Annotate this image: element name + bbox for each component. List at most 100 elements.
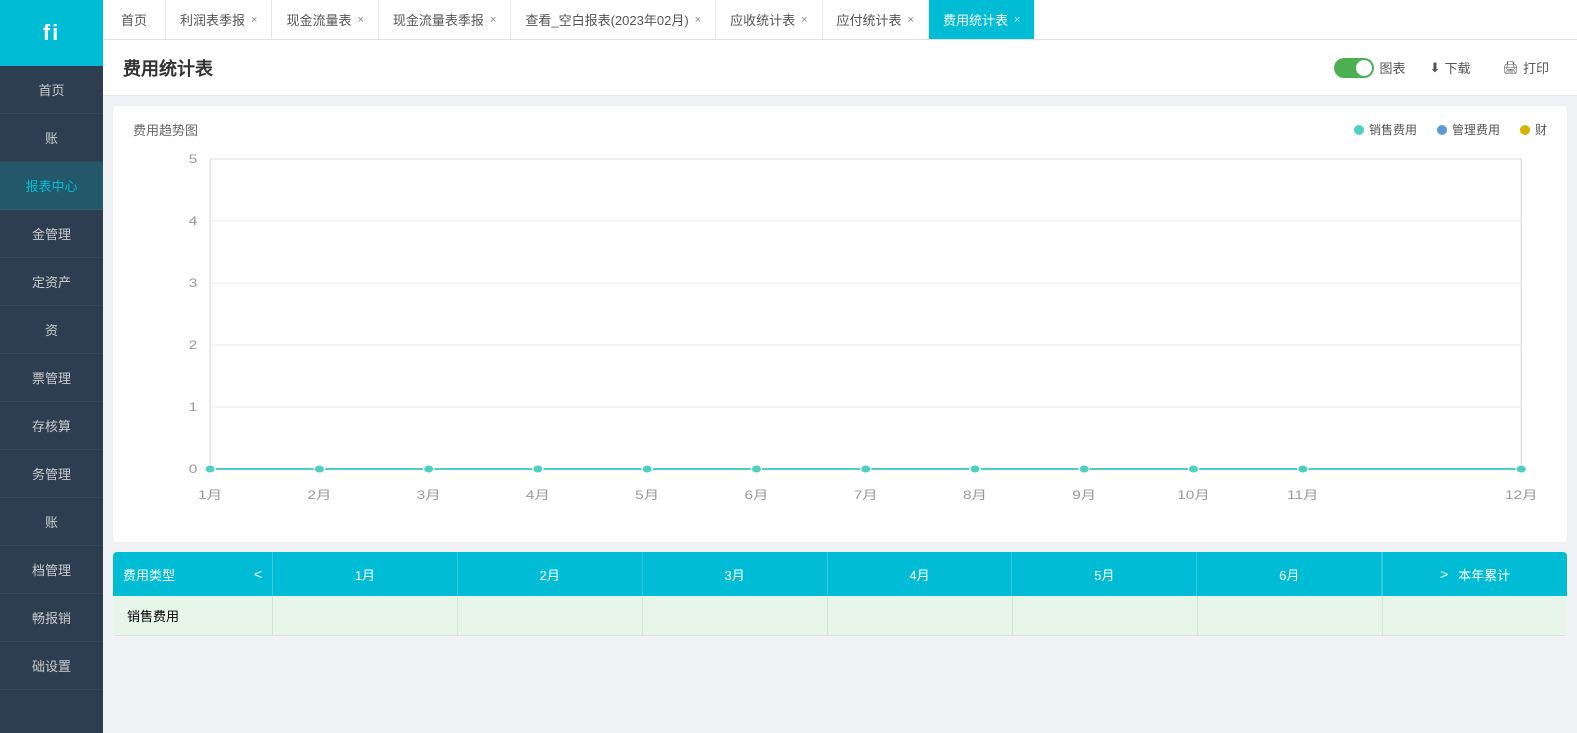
tab-profit-quarterly-close[interactable]: ×: [251, 14, 257, 26]
tab-home-label: 首页: [121, 10, 147, 29]
tab-payable-label: 应付统计表: [837, 10, 902, 29]
chart-svg: 4 3 2 1 0 5: [133, 149, 1547, 519]
sidebar-item-capital[interactable]: 资: [0, 306, 103, 354]
print-icon: 🖨: [1502, 60, 1519, 76]
legend-mgmt-label: 管理费用: [1452, 121, 1500, 138]
tab-home[interactable]: 首页: [103, 0, 166, 39]
tab-receivable-label: 应收统计表: [730, 10, 795, 29]
sidebar-logo: fi: [0, 0, 103, 66]
legend-mgmt-dot: [1437, 125, 1447, 135]
sidebar-item-account[interactable]: 账: [0, 114, 103, 162]
td-sales-m3: [643, 596, 828, 635]
sidebar-item-expense[interactable]: 畅报销: [0, 594, 103, 642]
chart-toggle-label: 图表: [1380, 58, 1406, 77]
sidebar-item-ledger[interactable]: 账: [0, 498, 103, 546]
tab-cashflow-quarterly-close[interactable]: ×: [490, 14, 496, 26]
sidebar-item-fixed-assets[interactable]: 定资产: [0, 258, 103, 306]
sidebar-item-home[interactable]: 首页: [0, 66, 103, 114]
tab-blank-report-label: 查看_空白报表(2023年02月): [525, 10, 688, 29]
td-type-sales-label: 销售费用: [127, 606, 179, 625]
th-summary-label: 本年累计: [1458, 565, 1510, 584]
svg-text:0: 0: [189, 462, 198, 476]
svg-text:3月: 3月: [417, 488, 441, 502]
sidebar-item-service-mgmt[interactable]: 务管理: [0, 450, 103, 498]
page-title: 费用统计表: [123, 55, 213, 81]
th-type-label: 费用类型: [123, 565, 175, 584]
th-month-3: 3月: [643, 552, 828, 596]
tab-cashflow-quarterly[interactable]: 现金流量表季报 ×: [379, 0, 511, 39]
sidebar-item-fund-mgmt[interactable]: 金管理: [0, 210, 103, 258]
svg-text:3: 3: [189, 276, 198, 290]
th-nav-next[interactable]: >: [1440, 566, 1448, 582]
chart-toggle[interactable]: [1334, 58, 1374, 78]
th-month-6: 6月: [1197, 552, 1382, 596]
th-month-6-label: 6月: [1279, 565, 1299, 584]
th-month-5: 5月: [1012, 552, 1197, 596]
chart-title: 费用趋势图: [133, 120, 198, 139]
th-month-2: 2月: [458, 552, 643, 596]
svg-text:10月: 10月: [1177, 488, 1210, 502]
tab-receivable-close[interactable]: ×: [801, 14, 807, 26]
tab-blank-report-close[interactable]: ×: [695, 14, 701, 26]
print-button[interactable]: 🖨 打印: [1494, 54, 1557, 81]
svg-text:1: 1: [189, 400, 198, 414]
svg-text:4月: 4月: [526, 488, 550, 502]
sidebar-item-report-center[interactable]: 报表中心: [0, 162, 103, 210]
legend-sales-dot: [1354, 125, 1364, 135]
tab-bar: 首页 利润表季报 × 现金流量表 × 现金流量表季报 × 查看_空白报表(202…: [103, 0, 1577, 40]
th-nav-prev[interactable]: <: [254, 566, 262, 582]
legend-finance-label: 财: [1535, 121, 1547, 138]
tab-payable[interactable]: 应付统计表 ×: [823, 0, 929, 39]
chart-header: 费用趋势图 销售费用 管理费用 财: [133, 120, 1547, 139]
svg-text:12月: 12月: [1505, 488, 1538, 502]
sidebar: fi 首页 账 报表中心 金管理 定资产 资 票管理 存核算 务管理 账 档管理…: [0, 0, 103, 733]
tab-cashflow-close[interactable]: ×: [357, 14, 363, 26]
tab-blank-report[interactable]: 查看_空白报表(2023年02月) ×: [511, 0, 716, 39]
download-label: 下载: [1444, 58, 1470, 77]
tab-payable-close[interactable]: ×: [908, 14, 914, 26]
td-sales-m6: [1198, 596, 1383, 635]
th-month-5-label: 5月: [1094, 565, 1114, 584]
download-button[interactable]: ⬇ 下载: [1422, 54, 1479, 81]
legend-sales-expense: 销售费用: [1354, 121, 1417, 138]
th-summary: > 本年累计: [1382, 552, 1567, 596]
th-type: 费用类型 <: [113, 552, 273, 596]
tab-cashflow-label: 现金流量表: [286, 10, 351, 29]
tab-profit-quarterly[interactable]: 利润表季报 ×: [166, 0, 272, 39]
svg-text:5月: 5月: [635, 488, 659, 502]
td-sales-m1: [273, 596, 458, 635]
header-actions: 图表 ⬇ 下载 🖨 打印: [1334, 54, 1557, 81]
td-sales-summary: [1383, 596, 1567, 635]
chart-section: 费用趋势图 销售费用 管理费用 财: [113, 106, 1567, 542]
svg-text:9月: 9月: [1072, 488, 1096, 502]
tab-expense-stats-close[interactable]: ×: [1014, 14, 1020, 26]
svg-text:5: 5: [189, 152, 198, 166]
th-month-4-label: 4月: [909, 565, 929, 584]
svg-text:4: 4: [189, 214, 198, 228]
legend-mgmt-expense: 管理费用: [1437, 121, 1500, 138]
svg-text:1月: 1月: [198, 488, 222, 502]
tab-cashflow[interactable]: 现金流量表 ×: [272, 0, 378, 39]
sidebar-item-invoice-mgmt[interactable]: 票管理: [0, 354, 103, 402]
sidebar-item-basic-settings[interactable]: 础设置: [0, 642, 103, 690]
expense-table: 费用类型 < 1月 2月 3月 4月: [113, 552, 1567, 636]
th-month-3-label: 3月: [725, 565, 745, 584]
tab-expense-stats[interactable]: 费用统计表 ×: [929, 0, 1035, 39]
td-sales-m5: [1013, 596, 1198, 635]
legend-finance-dot: [1520, 125, 1530, 135]
chart-legend: 销售费用 管理费用 财: [1354, 121, 1547, 138]
download-icon: ⬇: [1430, 60, 1441, 76]
td-type-sales: 销售费用: [113, 596, 273, 635]
table-row: 销售费用: [113, 596, 1567, 636]
svg-text:6月: 6月: [744, 488, 768, 502]
svg-text:7月: 7月: [854, 488, 878, 502]
sidebar-item-inventory[interactable]: 存核算: [0, 402, 103, 450]
tab-receivable[interactable]: 应收统计表 ×: [716, 0, 822, 39]
th-month-2-label: 2月: [540, 565, 560, 584]
page-content: 费用统计表 图表 ⬇ 下载 🖨 打印: [103, 40, 1577, 733]
svg-text:2: 2: [189, 338, 198, 352]
svg-text:8月: 8月: [963, 488, 987, 502]
svg-text:2月: 2月: [307, 488, 331, 502]
svg-text:11月: 11月: [1287, 488, 1318, 502]
sidebar-item-archive[interactable]: 档管理: [0, 546, 103, 594]
